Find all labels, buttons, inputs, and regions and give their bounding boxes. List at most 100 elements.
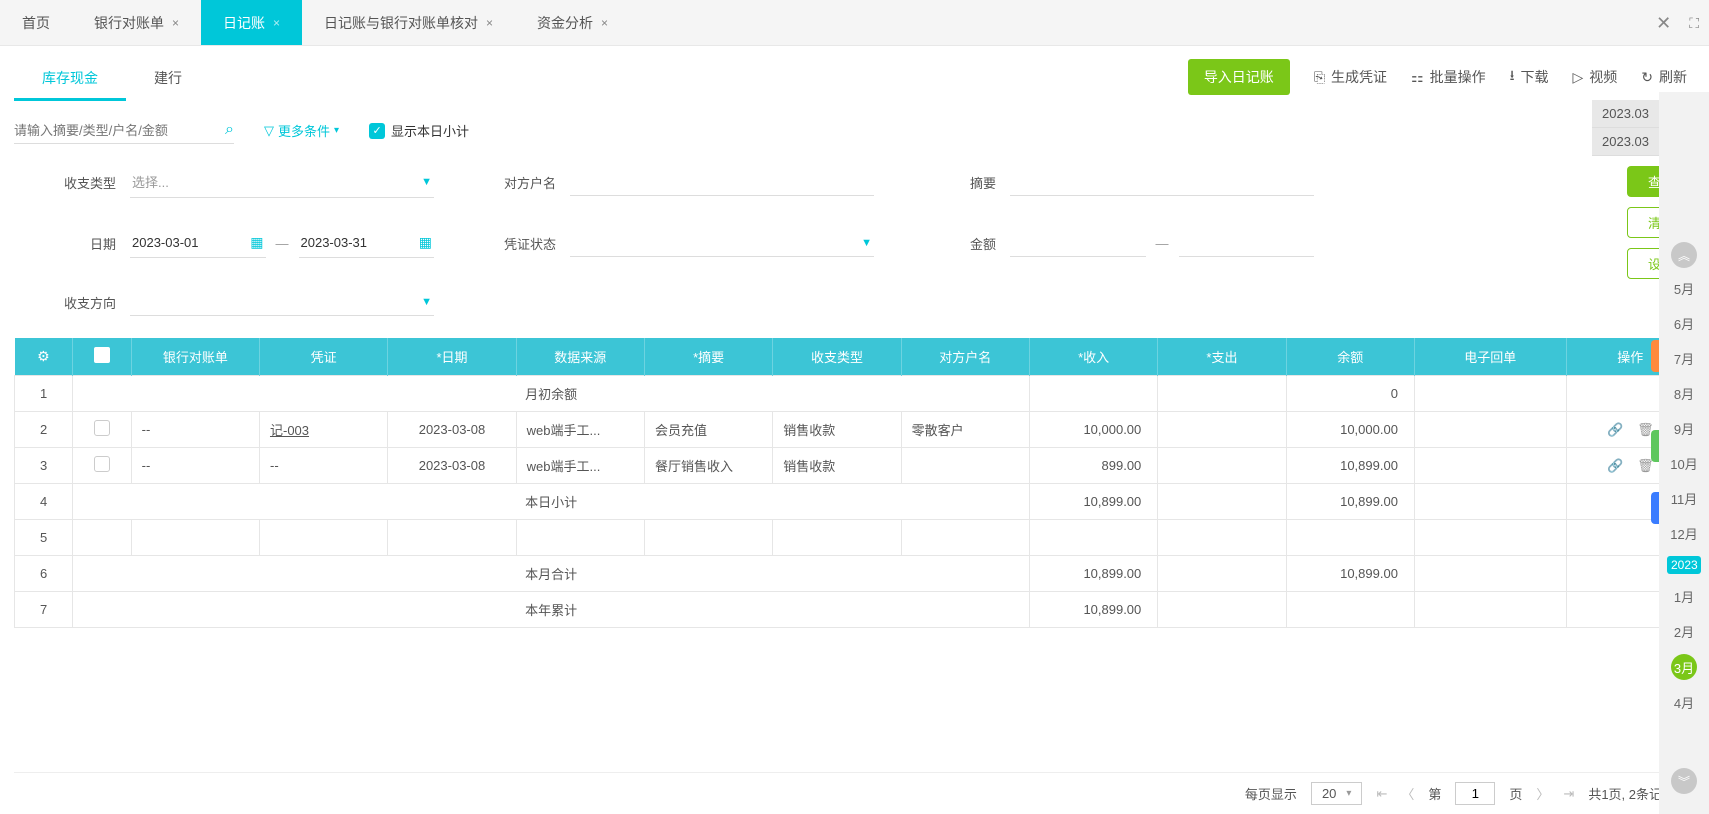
date-from-input[interactable]: 2023-03-01▦ (130, 228, 266, 258)
last-page-icon[interactable]: ⇥ (1563, 786, 1574, 802)
table-row: 3----2023-03-08web端手工...餐厅销售收入销售收款899.00… (15, 448, 1695, 484)
fullscreen-icon[interactable]: ⛶ (1689, 15, 1699, 32)
shortcut-blue[interactable] (1651, 492, 1659, 524)
col-income: *收入 (1029, 338, 1157, 376)
top-tab[interactable]: 首页 (0, 0, 72, 45)
date-to-input[interactable]: 2023-03-31▦ (299, 228, 435, 258)
link-icon[interactable]: 🔗 (1607, 458, 1623, 474)
shortcut-orange[interactable] (1651, 340, 1659, 372)
year-tag[interactable]: 2023 (1667, 556, 1701, 574)
gen-voucher-button[interactable]: ⎘生成凭证 (1314, 67, 1387, 87)
month-item[interactable]: 5月 (1667, 276, 1701, 301)
calendar-icon: ▦ (250, 234, 263, 251)
chevron-down-icon: ▼ (421, 296, 432, 308)
link-icon[interactable]: 🔗 (1607, 422, 1623, 438)
scroll-up-icon[interactable]: ︽ (1671, 242, 1697, 268)
row-checkbox[interactable] (94, 420, 110, 436)
table-row: 4本日小计10,899.0010,899.00 (15, 484, 1695, 520)
direction-select[interactable]: ▼ (130, 288, 434, 316)
batch-icon: ⚏ (1411, 69, 1424, 86)
month-item[interactable]: 3月 (1671, 654, 1697, 680)
sub-tab[interactable]: 建行 (126, 58, 210, 101)
video-button[interactable]: ▷视频 (1572, 67, 1617, 87)
month-item[interactable]: 7月 (1667, 346, 1701, 371)
import-journal-button[interactable]: 导入日记账 (1188, 59, 1290, 95)
month-item[interactable]: 8月 (1667, 381, 1701, 406)
month-item[interactable]: 9月 (1667, 416, 1701, 441)
month-item[interactable]: 6月 (1667, 311, 1701, 336)
search-input[interactable] (14, 123, 225, 138)
col-summary: *摘要 (644, 338, 772, 376)
close-window-icon[interactable]: ✕ (1656, 13, 1671, 34)
voucher-status-select[interactable]: ▼ (570, 229, 874, 257)
table-row: 7本年累计10,899.00 (15, 592, 1695, 628)
row-checkbox[interactable] (94, 456, 110, 472)
top-tab[interactable]: 银行对账单× (72, 0, 201, 45)
chevron-down-icon: ▾ (334, 125, 339, 136)
table-row: 1月初余额0 (15, 376, 1695, 412)
shortcut-green[interactable] (1651, 430, 1659, 462)
month-item[interactable]: 2月 (1667, 619, 1701, 644)
month-item[interactable]: 1月 (1667, 584, 1701, 609)
daily-subtotal-checkbox[interactable]: ✓ 显示本日小计 (369, 121, 469, 140)
month-item[interactable]: 4月 (1667, 690, 1701, 715)
counterparty-input[interactable] (570, 168, 874, 196)
voucher-status-label: 凭证状态 (494, 234, 556, 253)
gear-icon: ⚙ (37, 348, 50, 364)
month-item[interactable]: 10月 (1667, 451, 1701, 476)
prev-page-icon[interactable]: 〈 (1401, 784, 1414, 803)
col-date: *日期 (388, 338, 516, 376)
col-source: 数据来源 (516, 338, 644, 376)
refresh-button[interactable]: ↻刷新 (1641, 67, 1687, 87)
page-number-input[interactable] (1455, 782, 1495, 805)
col-voucher: 凭证 (259, 338, 387, 376)
pagination: 每页显示 20▾ ⇤ 〈 第 页 〉 ⇥ 共1页, 2条记录 (14, 772, 1695, 814)
next-page-icon[interactable]: 〉 (1536, 784, 1549, 803)
download-button[interactable]: ⭳下载 (1510, 65, 1549, 89)
table-row: 2--记-0032023-03-08web端手工...会员充值销售收款零散客户1… (15, 412, 1695, 448)
summary-input[interactable] (1010, 168, 1314, 196)
top-tab-bar: 首页银行对账单×日记账×日记账与银行对账单核对×资金分析× ✕ ⛶ (0, 0, 1709, 46)
select-all-header[interactable] (73, 338, 131, 376)
table-row: 5 (15, 520, 1695, 556)
calendar-icon: ▦ (419, 234, 432, 251)
amount-label: 金额 (934, 234, 996, 253)
month-rail: ︽ 5月 6月 7月 8月 9月 10月 11月 12月 2023 1月 2月 3月 4月 ︾ (1659, 92, 1709, 814)
io-type-select[interactable]: 选择...▼ (130, 166, 434, 198)
search-icon[interactable]: ⌕ (225, 121, 234, 139)
month-item[interactable]: 12月 (1667, 521, 1701, 546)
refresh-icon: ↻ (1641, 69, 1653, 86)
top-tab[interactable]: 日记账与银行对账单核对× (302, 0, 515, 45)
col-receipt: 电子回单 (1414, 338, 1566, 376)
top-tab[interactable]: 资金分析× (515, 0, 630, 45)
period-tag-1[interactable]: 2023.03 (1592, 100, 1659, 128)
chevron-down-icon: ▼ (421, 176, 432, 188)
first-page-icon[interactable]: ⇤ (1376, 786, 1387, 802)
account-sub-tabs: 库存现金建行 (14, 58, 210, 101)
amount-from-input[interactable] (1010, 229, 1146, 257)
more-filters-link[interactable]: ▽ 更多条件 ▾ (264, 121, 339, 140)
col-balance: 余额 (1286, 338, 1414, 376)
col-counterparty: 对方户名 (901, 338, 1029, 376)
close-icon[interactable]: × (273, 16, 280, 30)
table-row: 6本月合计10,899.0010,899.00 (15, 556, 1695, 592)
top-tab[interactable]: 日记账× (201, 0, 302, 45)
period-tag-2[interactable]: 2023.03 (1592, 128, 1659, 156)
page-size-select[interactable]: 20▾ (1311, 782, 1363, 805)
summary-label: 摘要 (934, 173, 996, 192)
gear-header[interactable]: ⚙ (15, 338, 73, 376)
sub-tab[interactable]: 库存现金 (14, 58, 126, 101)
journal-table: ⚙ 银行对账单 凭证 *日期 数据来源 *摘要 收支类型 对方户名 *收入 *支… (14, 338, 1695, 628)
close-icon[interactable]: × (486, 16, 493, 30)
toolbar: 导入日记账 ⎘生成凭证 ⚏批量操作 ⭳下载 ▷视频 ↻刷新 (1188, 59, 1695, 101)
scroll-down-icon[interactable]: ︾ (1671, 768, 1697, 794)
close-icon[interactable]: × (601, 16, 608, 30)
col-bank-stmt: 银行对账单 (131, 338, 259, 376)
batch-ops-button[interactable]: ⚏批量操作 (1411, 67, 1486, 87)
month-item[interactable]: 11月 (1667, 486, 1701, 511)
close-icon[interactable]: × (172, 16, 179, 30)
voucher-link[interactable]: 记-003 (259, 412, 387, 448)
voucher-icon: ⎘ (1314, 69, 1325, 86)
io-type-label: 收支类型 (54, 173, 116, 192)
amount-to-input[interactable] (1179, 229, 1315, 257)
